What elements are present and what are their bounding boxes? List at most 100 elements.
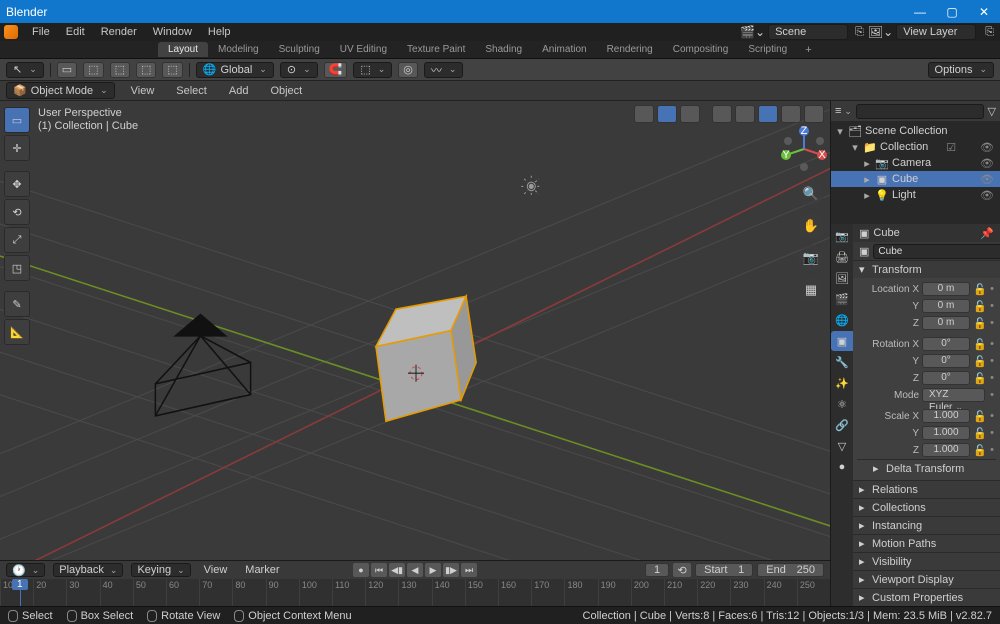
timeline-track[interactable]: 1020304050607080901001101201301401501601… — [0, 579, 830, 606]
proportional-toggle[interactable]: ◎ — [398, 62, 418, 78]
prop-tab-mesh[interactable]: ▽ — [831, 436, 853, 456]
scale-x[interactable]: 1.000 — [922, 409, 970, 423]
prop-tab-modifiers[interactable]: 🔧 — [831, 352, 853, 372]
lock-icon[interactable]: 🔓 — [973, 444, 985, 457]
visibility-toggle[interactable]: 👁 — [980, 173, 994, 186]
zoom-gizmo[interactable]: 🔍 — [798, 181, 824, 207]
timeline-menu-marker[interactable]: Marker — [240, 563, 284, 577]
outliner-item-light[interactable]: ▸💡Light👁 — [831, 187, 1000, 203]
rotate-tool[interactable]: ⟲ — [4, 199, 30, 225]
rotation-y[interactable]: 0° — [922, 354, 970, 368]
panel-collections[interactable]: ▸Collections — [853, 498, 1000, 516]
visibility-toggle[interactable]: 👁 — [980, 189, 994, 202]
location-z[interactable]: 0 m — [922, 316, 970, 330]
tab-texture-paint[interactable]: Texture Paint — [397, 42, 475, 57]
panel-viewport-display[interactable]: ▸Viewport Display — [853, 570, 1000, 588]
transform-tool[interactable]: ◳ — [4, 255, 30, 281]
menu-select[interactable]: Select — [170, 83, 213, 99]
rotation-mode-dropdown[interactable]: XYZ Euler — [922, 388, 985, 402]
outliner-search[interactable] — [856, 104, 984, 119]
tab-compositing[interactable]: Compositing — [663, 42, 739, 57]
menu-object[interactable]: Object — [264, 83, 308, 99]
shading-rendered[interactable] — [804, 105, 824, 123]
play-button[interactable]: ▶ — [425, 563, 441, 577]
lock-icon[interactable]: 🔓 — [973, 338, 985, 351]
prop-tab-material[interactable]: ● — [831, 457, 853, 477]
lock-icon[interactable]: 🔓 — [973, 283, 985, 296]
viewlayer-field[interactable]: View Layer — [896, 24, 976, 40]
collection-checkbox[interactable]: ☑ — [946, 141, 956, 154]
scene-browse-icon[interactable]: 🎬⌄ — [740, 25, 765, 39]
collection-visibility[interactable]: 👁 — [980, 141, 994, 154]
prop-tab-render[interactable]: 📷 — [831, 226, 853, 246]
panel-relations[interactable]: ▸Relations — [853, 480, 1000, 498]
visibility-toggle[interactable]: 👁 — [980, 157, 994, 170]
lock-icon[interactable]: 🔓 — [973, 317, 985, 330]
add-workspace-button[interactable]: + — [797, 42, 819, 58]
prop-tab-constraints[interactable]: 🔗 — [831, 415, 853, 435]
new-viewlayer-icon[interactable]: ⎘ — [979, 26, 1000, 39]
tab-rendering[interactable]: Rendering — [597, 42, 663, 57]
rotation-z[interactable]: 0° — [922, 371, 970, 385]
shading-solid[interactable] — [758, 105, 778, 123]
viewlayer-browse-icon[interactable]: 🖼⌄ — [868, 25, 893, 39]
xray-toggle[interactable] — [712, 105, 732, 123]
scale-y[interactable]: 1.000 — [922, 426, 970, 440]
outliner-item-cube[interactable]: ▸▣Cube👁 — [831, 171, 1000, 187]
tab-shading[interactable]: Shading — [475, 42, 532, 57]
move-tool[interactable]: ✥ — [4, 171, 30, 197]
camera-view-gizmo[interactable]: 📷 — [798, 245, 824, 271]
cursor-tool-dropdown[interactable]: ↖ — [6, 62, 44, 78]
tab-animation[interactable]: Animation — [532, 42, 596, 57]
prop-tab-particles[interactable]: ✨ — [831, 373, 853, 393]
object-name-field[interactable] — [873, 244, 1000, 259]
lock-icon[interactable]: 🔓 — [973, 427, 985, 440]
panel-instancing[interactable]: ▸Instancing — [853, 516, 1000, 534]
options-dropdown[interactable]: Options — [928, 62, 994, 78]
maximize-button[interactable]: ▢ — [936, 0, 968, 23]
pin-icon[interactable]: 📌 — [980, 227, 994, 240]
minimize-button[interactable]: — — [904, 0, 936, 23]
prev-key-button[interactable]: ◀▮ — [389, 563, 405, 577]
autokey-button[interactable]: ● — [353, 563, 369, 577]
annotate-tool[interactable]: ✎ — [4, 291, 30, 317]
scale-tool[interactable]: ⤢ — [4, 227, 30, 253]
snap-button-2[interactable]: ⬚ — [110, 62, 130, 78]
menu-help[interactable]: Help — [200, 24, 239, 40]
prop-tab-scene[interactable]: 🎬 — [831, 289, 853, 309]
location-y[interactable]: 0 m — [922, 299, 970, 313]
start-frame-field[interactable]: Start 1 — [695, 563, 753, 577]
menu-view[interactable]: View — [125, 83, 161, 99]
menu-window[interactable]: Window — [145, 24, 200, 40]
menu-edit[interactable]: Edit — [58, 24, 93, 40]
perspective-gizmo[interactable]: ▦ — [798, 277, 824, 303]
prop-tab-world[interactable]: 🌐 — [831, 310, 853, 330]
snap-button[interactable]: ⬚ — [83, 62, 103, 78]
select-tool-button[interactable]: ▭ — [57, 62, 77, 78]
keying-dropdown[interactable]: Keying — [131, 563, 190, 577]
panel-visibility[interactable]: ▸Visibility — [853, 552, 1000, 570]
outliner-collection[interactable]: ▾ 📁 Collection ☑ 👁 — [831, 139, 1000, 155]
end-frame-field[interactable]: End 250 — [757, 563, 824, 577]
jump-end-button[interactable]: ⏭ — [461, 563, 477, 577]
prop-tab-viewlayer[interactable]: 🖼 — [831, 268, 853, 288]
prop-tab-output[interactable]: 🖨 — [831, 247, 853, 267]
panel-custom-properties[interactable]: ▸Custom Properties — [853, 588, 1000, 606]
axis-gizmo[interactable]: X Y Z — [780, 125, 828, 173]
orientation-dropdown[interactable]: 🌐 Global — [196, 62, 274, 78]
shading-material[interactable] — [781, 105, 801, 123]
play-reverse-button[interactable]: ◀ — [407, 563, 423, 577]
preview-range-button[interactable]: ⟲ — [673, 563, 691, 577]
panel-motion-paths[interactable]: ▸Motion Paths — [853, 534, 1000, 552]
scene-field[interactable]: Scene — [768, 24, 848, 40]
panel-transform-header[interactable]: ▾Transform — [853, 260, 1000, 278]
tab-uv-editing[interactable]: UV Editing — [330, 42, 397, 57]
selectability-toggle[interactable] — [634, 105, 654, 123]
shading-wireframe[interactable] — [735, 105, 755, 123]
snap-mode-dropdown[interactable]: ⬚ — [353, 62, 392, 78]
prop-tab-physics[interactable]: ⚛ — [831, 394, 853, 414]
current-frame-field[interactable]: 1 — [645, 563, 669, 577]
close-button[interactable]: ✕ — [968, 0, 1000, 23]
lock-icon[interactable]: 🔓 — [973, 355, 985, 368]
outliner-item-camera[interactable]: ▸📷Camera👁 — [831, 155, 1000, 171]
